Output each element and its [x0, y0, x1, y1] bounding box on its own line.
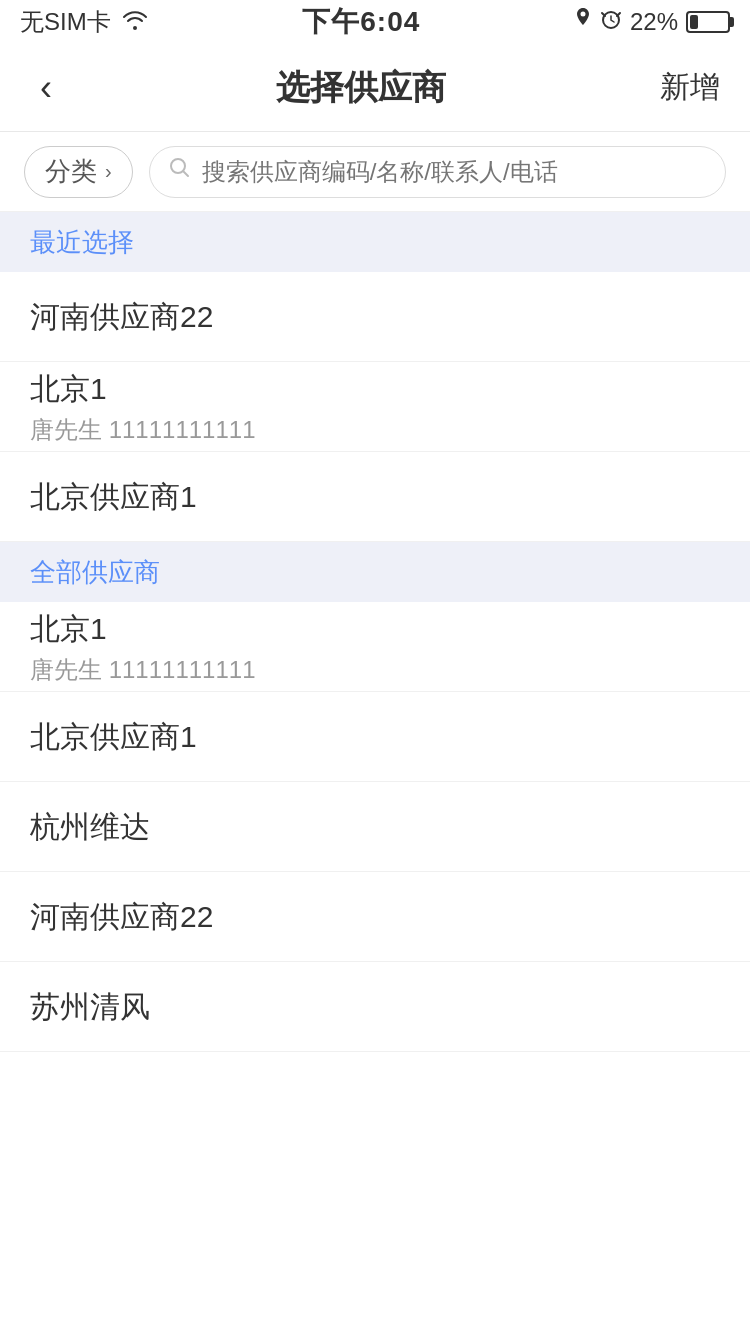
item-name: 河南供应商22	[30, 896, 720, 938]
status-right: 22%	[574, 8, 730, 36]
page-title: 选择供应商	[62, 65, 660, 111]
status-left: 无SIM卡	[20, 6, 149, 38]
item-name: 北京供应商1	[30, 476, 720, 518]
back-icon: ‹	[40, 67, 52, 109]
all-list-item[interactable]: 北京供应商1	[0, 692, 750, 782]
all-section-label: 全部供应商	[30, 555, 160, 590]
item-name: 杭州维达	[30, 806, 720, 848]
item-sub: 唐先生 11111111111	[30, 414, 720, 446]
back-button[interactable]: ‹	[30, 57, 62, 119]
recent-list: 河南供应商22 北京1 唐先生 11111111111 北京供应商1	[0, 272, 750, 542]
carrier-text: 无SIM卡	[20, 6, 111, 38]
category-label: 分类	[45, 154, 97, 189]
all-list: 北京1 唐先生 11111111111 北京供应商1 杭州维达河南供应商22 苏州清风	[0, 602, 750, 1052]
all-list-item[interactable]: 北京1 唐先生 11111111111	[0, 602, 750, 692]
all-list-item[interactable]: 杭州维达	[0, 782, 750, 872]
status-time: 下午6:04	[302, 3, 420, 41]
all-list-item[interactable]: 苏州清风	[0, 962, 750, 1052]
chevron-right-icon: ›	[105, 160, 112, 183]
recent-list-item[interactable]: 北京供应商1	[0, 452, 750, 542]
alarm-icon	[600, 8, 622, 36]
item-name: 北京供应商1	[30, 716, 720, 758]
recent-list-item[interactable]: 河南供应商22	[0, 272, 750, 362]
battery-text: 22%	[630, 8, 678, 36]
all-section-header: 全部供应商	[0, 542, 750, 602]
item-name: 河南供应商22	[30, 296, 720, 338]
status-bar: 无SIM卡 下午6:04 22%	[0, 0, 750, 44]
category-button[interactable]: 分类 ›	[24, 146, 133, 198]
search-input[interactable]	[202, 158, 707, 186]
item-name: 北京1	[30, 608, 720, 650]
item-name: 北京1	[30, 368, 720, 410]
battery-icon	[686, 11, 730, 33]
recent-section-label: 最近选择	[30, 225, 134, 260]
search-icon	[168, 156, 192, 187]
search-box[interactable]	[149, 146, 726, 198]
recent-section-header: 最近选择	[0, 212, 750, 272]
item-sub: 唐先生 11111111111	[30, 654, 720, 686]
nav-bar: ‹ 选择供应商 新增	[0, 44, 750, 132]
item-name: 苏州清风	[30, 986, 720, 1028]
location-icon	[574, 8, 592, 36]
add-button[interactable]: 新增	[660, 67, 720, 108]
all-list-item[interactable]: 河南供应商22	[0, 872, 750, 962]
wifi-icon	[121, 8, 149, 36]
filter-bar: 分类 ›	[0, 132, 750, 212]
recent-list-item[interactable]: 北京1 唐先生 11111111111	[0, 362, 750, 452]
